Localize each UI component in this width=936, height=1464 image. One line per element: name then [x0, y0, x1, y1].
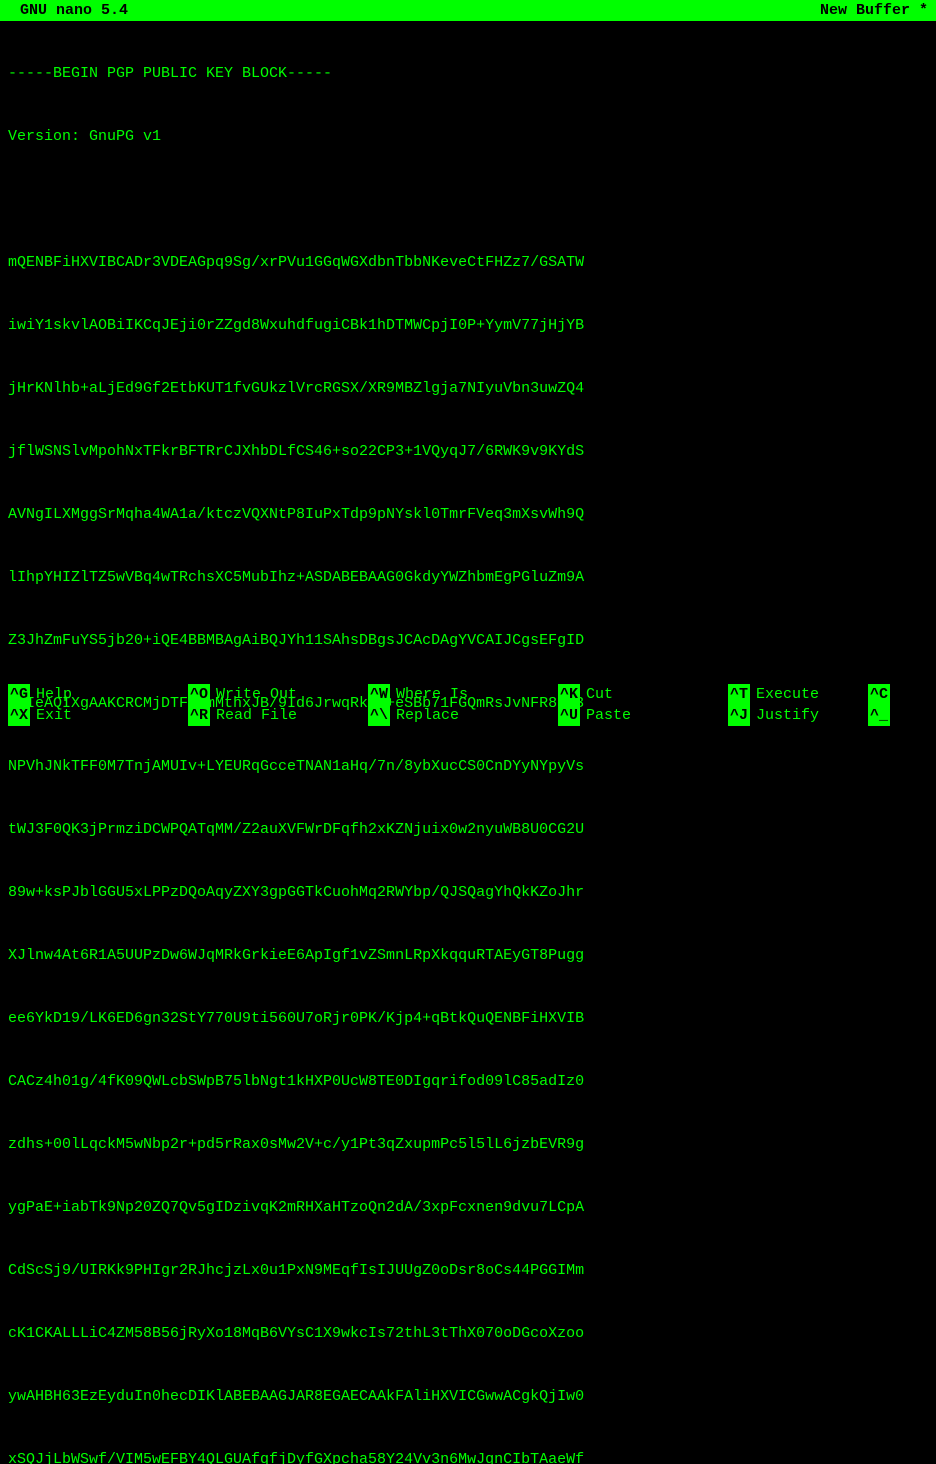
shortcut-replace[interactable]: ^\ Replace: [368, 705, 558, 726]
content-line: jflWSNSlvMpohNxTFkrBFTRrCJXhbDLfCS46+so2…: [8, 441, 928, 462]
footer-row-2: ^X Exit ^R Read File ^\ Replace ^U Paste…: [8, 705, 928, 726]
content-line: XJlnw4At6R1A5UUPzDw6WJqMRkGrkieE6ApIgf1v…: [8, 945, 928, 966]
key-label: ^R: [188, 705, 210, 726]
content-line: 89w+ksPJblGGU5xLPPzDQoAqyZXY3gpGGTkCuohM…: [8, 882, 928, 903]
shortcut-label: Exit: [36, 705, 72, 726]
key-label: ^W: [368, 684, 390, 705]
shortcut-label: Justify: [756, 705, 819, 726]
content-line: ee6YkD19/LK6ED6gn32StY770U9ti560U7oRjr0P…: [8, 1008, 928, 1029]
content-line: lIhpYHIZlTZ5wVBq4wTRchsXC5MubIhz+ASDABEB…: [8, 567, 928, 588]
shortcut-cut[interactable]: ^K Cut: [558, 684, 728, 705]
key-label: ^C: [868, 684, 890, 705]
footer-row-1: ^G Help ^O Write Out ^W Where Is ^K Cut …: [8, 684, 928, 705]
key-label: ^G: [8, 684, 30, 705]
key-label: ^X: [8, 705, 30, 726]
shortcut-execute[interactable]: ^T Execute: [728, 684, 868, 705]
content-line: ywAHBH63EzEyduIn0hecDIKlABEBAAGJAR8EGAEC…: [8, 1386, 928, 1407]
key-label: ^_: [868, 705, 890, 726]
key-label: ^K: [558, 684, 580, 705]
content-line: tWJ3F0QK3jPrmziDCWPQATqMM/Z2auXVFWrDFqfh…: [8, 819, 928, 840]
shortcut-help[interactable]: ^G Help: [8, 684, 188, 705]
content-line: zdhs+00lLqckM5wNbp2r+pd5rRax0sMw2V+c/y1P…: [8, 1134, 928, 1155]
shortcut-paste[interactable]: ^U Paste: [558, 705, 728, 726]
content-line: Z3JhZmFuYS5jb20+iQE4BBMBAgAiBQJYh11SAhsD…: [8, 630, 928, 651]
key-label: ^U: [558, 705, 580, 726]
content-line: [8, 189, 928, 210]
content-line: cK1CKALLLiC4ZM58B56jRyXo18MqB6VYsC1X9wkc…: [8, 1323, 928, 1344]
content-line: iwiY1skvlAOBiIKCqJEji0rZZgd8WxuhdfugiCBk…: [8, 315, 928, 336]
footer-shortcuts: ^G Help ^O Write Out ^W Where Is ^K Cut …: [0, 684, 936, 732]
editor-content[interactable]: -----BEGIN PGP PUBLIC KEY BLOCK----- Ver…: [0, 21, 936, 1464]
shortcut-label: Write Out: [216, 684, 297, 705]
shortcut-label: Cut: [586, 684, 613, 705]
content-line: xSQJjLbWSwf/VIM5wEFBY4QLGUAfqfjDyfGXpcha…: [8, 1449, 928, 1464]
shortcut-write-out[interactable]: ^O Write Out: [188, 684, 368, 705]
content-line: mQENBFiHXVIBCADr3VDEAGpq9Sg/xrPVu1GGqWGX…: [8, 252, 928, 273]
shortcut-location[interactable]: ^C: [868, 684, 908, 705]
shortcut-label: Paste: [586, 705, 631, 726]
buffer-status: New Buffer *: [820, 0, 928, 21]
key-label: ^O: [188, 684, 210, 705]
key-label: ^\: [368, 705, 390, 726]
content-line: CdScSj9/UIRKk9PHIgr2RJhcjzLx0u1PxN9MEqfI…: [8, 1260, 928, 1281]
content-line: -----BEGIN PGP PUBLIC KEY BLOCK-----: [8, 63, 928, 84]
shortcut-label: Execute: [756, 684, 819, 705]
shortcut-exit[interactable]: ^X Exit: [8, 705, 188, 726]
key-label: ^J: [728, 705, 750, 726]
app-name: GNU nano 5.4: [8, 0, 128, 21]
content-line: NPVhJNkTFF0M7TnjAMUIv+LYEURqGcceTNAN1aHq…: [8, 756, 928, 777]
content-line: AVNgILXMggSrMqha4WA1a/ktczVQXNtP8IuPxTdp…: [8, 504, 928, 525]
shortcut-label: Read File: [216, 705, 297, 726]
content-line: jHrKNlhb+aLjEd9Gf2EtbKUT1fvGUkzlVrcRGSX/…: [8, 378, 928, 399]
key-label: ^T: [728, 684, 750, 705]
shortcut-label: Help: [36, 684, 72, 705]
shortcut-goto[interactable]: ^_: [868, 705, 908, 726]
titlebar: GNU nano 5.4 New Buffer *: [0, 0, 936, 21]
content-line: CACz4h01g/4fK09QWLcbSWpB75lbNgt1kHXP0UcW…: [8, 1071, 928, 1092]
shortcut-label: Where Is: [396, 684, 468, 705]
shortcut-label: Replace: [396, 705, 459, 726]
shortcut-read-file[interactable]: ^R Read File: [188, 705, 368, 726]
shortcut-justify[interactable]: ^J Justify: [728, 705, 868, 726]
content-line: Version: GnuPG v1: [8, 126, 928, 147]
shortcut-where-is[interactable]: ^W Where Is: [368, 684, 558, 705]
content-line: ygPaE+iabTk9Np20ZQ7Qv5gIDzivqK2mRHXaHTzo…: [8, 1197, 928, 1218]
